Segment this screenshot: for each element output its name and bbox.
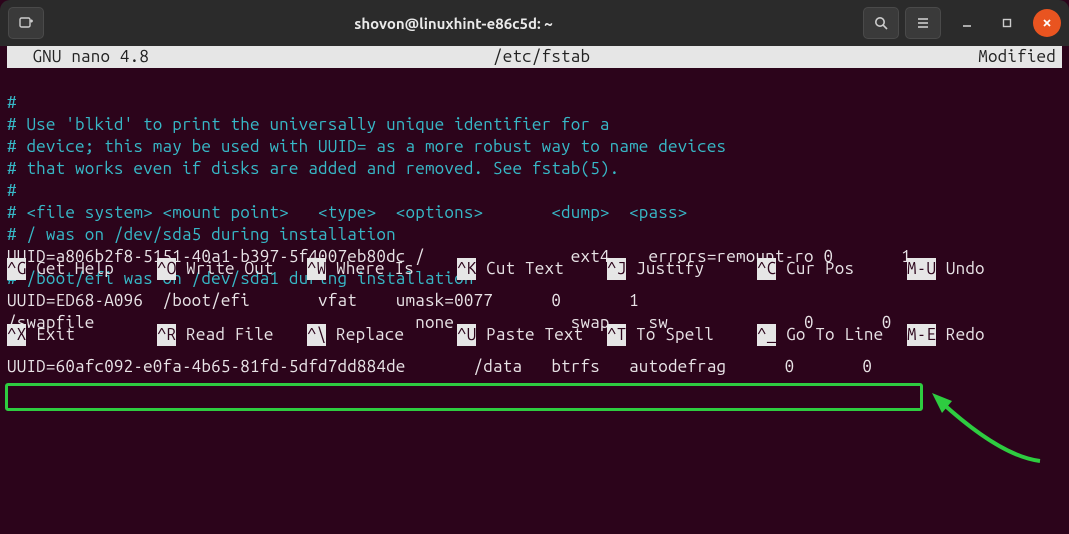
editor-line: # device; this may be used with UUID= as… [7,137,726,156]
nano-modified-status: Modified [978,46,1056,68]
editor-line: # [7,93,17,112]
minimize-icon [961,17,973,29]
shortcut-row: ^X Exit ^R Read File ^\ Replace ^U Paste… [7,324,1062,346]
shortcut-label: Undo [936,259,985,278]
close-icon [1041,17,1053,29]
nano-file-path: /etc/fstab [493,46,590,68]
annotation-arrow-icon [930,391,1050,471]
shortcut-label: Where Is [326,259,413,278]
new-tab-button[interactable] [8,7,44,39]
minimize-button[interactable] [953,9,981,37]
titlebar-left [8,7,44,39]
new-tab-icon [18,15,34,31]
editor-line: # Use 'blkid' to print the universally u… [7,115,610,134]
shortcut-key: ^O [157,258,176,280]
shortcut-key: ^R [157,324,176,346]
shortcut-label: Cut Text [476,259,563,278]
shortcut-key: ^J [607,258,626,280]
shortcut-key: M-U [907,258,936,280]
hamburger-icon [915,15,931,31]
shortcut-label: Exit [26,325,75,344]
shortcut-key: ^\ [307,324,326,346]
editor-line: # [7,181,17,200]
shortcut-label: Replace [326,325,404,344]
shortcut-label: Cur Pos [776,259,854,278]
shortcut-label: Read File [176,325,273,344]
maximize-icon [1001,17,1013,29]
shortcut-key: M-E [907,324,936,346]
maximize-button[interactable] [993,9,1021,37]
shortcut-key: ^K [457,258,476,280]
window-title: shovon@linuxhint-e86c5d: ~ [44,15,863,32]
shortcut-label: Go To Line [776,325,883,344]
close-button[interactable] [1033,9,1061,37]
shortcut-label: Get Help [26,259,113,278]
shortcut-label: To Spell [626,325,713,344]
shortcut-key: ^X [7,324,26,346]
shortcut-key: ^W [307,258,326,280]
editor-line: # that works even if disks are added and… [7,159,619,178]
shortcut-label: Redo [936,325,985,344]
shortcut-key: ^U [457,324,476,346]
shortcut-label: Justify [626,259,704,278]
shortcut-label: Write Out [176,259,273,278]
nano-title-bar: GNU nano 4.8 /etc/fstab Modified [7,46,1062,68]
shortcut-key: ^G [7,258,26,280]
nano-shortcuts: ^G Get Help ^O Write Out ^W Where Is ^K … [7,214,1062,390]
shortcut-key: ^C [757,258,776,280]
search-icon [873,15,889,31]
terminal-area[interactable]: GNU nano 4.8 /etc/fstab Modified # # Use… [0,46,1069,400]
search-button[interactable] [863,7,899,39]
titlebar-right [863,7,1061,39]
nano-app-version: GNU nano 4.8 [13,46,493,68]
shortcut-row: ^G Get Help ^O Write Out ^W Where Is ^K … [7,258,1062,280]
shortcut-key: ^T [607,324,626,346]
window-titlebar: shovon@linuxhint-e86c5d: ~ [0,0,1069,46]
shortcut-label: Paste Text [476,325,583,344]
menu-button[interactable] [905,7,941,39]
shortcut-key: ^_ [757,324,776,346]
